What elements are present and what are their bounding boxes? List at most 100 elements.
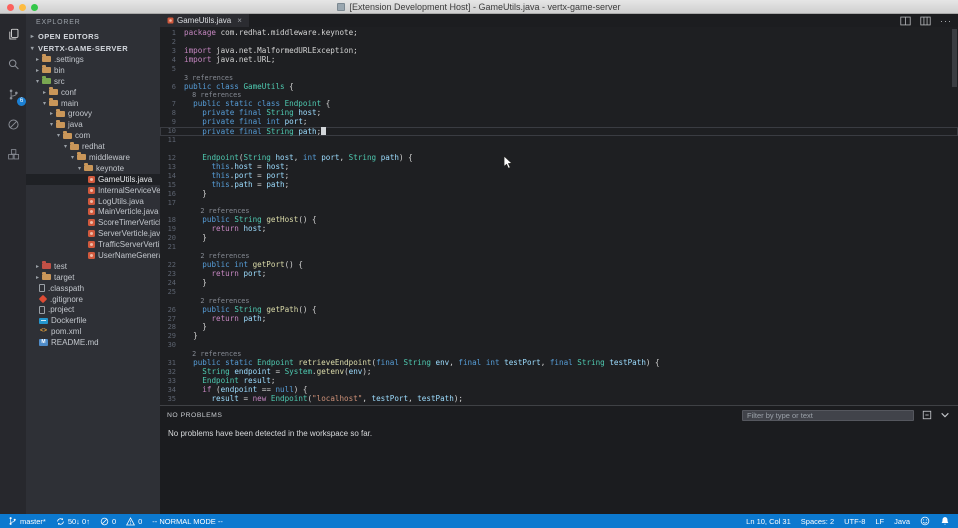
maximize-window-button[interactable] [31, 4, 38, 11]
tree-item-dockerfile[interactable]: Dockerfile [26, 315, 160, 326]
activitybar-search[interactable] [3, 54, 23, 74]
tree-item-target[interactable]: ▸ target [26, 272, 160, 283]
close-tab-icon[interactable]: × [237, 16, 242, 25]
code-line-21[interactable]: 21 [160, 243, 958, 252]
status-git-branch[interactable]: master* [8, 516, 46, 526]
code-line-29[interactable]: 29 } [160, 331, 958, 341]
code-line-26[interactable]: 26 public String getPath() { [160, 305, 958, 315]
tree-item-serververticle-java[interactable]: ServerVerticle.java [26, 228, 160, 239]
chevron-down-icon[interactable]: ▾ [71, 154, 74, 161]
activitybar-source-control[interactable]: 6 [3, 84, 26, 106]
code-line-27[interactable]: 27 return path; [160, 314, 958, 324]
tree-item-project[interactable]: .project [26, 304, 160, 315]
tree-item-java[interactable]: ▾ java [26, 119, 160, 130]
status-encoding[interactable]: UTF-8 [844, 517, 865, 526]
tree-item-keynote[interactable]: ▾ keynote [26, 163, 160, 174]
chevron-down-icon[interactable]: ▾ [50, 121, 53, 128]
code-line-16[interactable]: 16 } [160, 189, 958, 199]
code-editor[interactable]: 1 package com.redhat.middleware.keynote; 2… [160, 27, 958, 405]
tree-item-classpath[interactable]: .classpath [26, 283, 160, 294]
status-vim-mode[interactable]: -- NORMAL MODE -- [152, 517, 223, 526]
chevron-right-icon[interactable]: ▸ [50, 110, 53, 117]
code-line-23[interactable]: 23 return port; [160, 269, 958, 279]
code-line-10[interactable]: 10 private final String path; [160, 127, 958, 136]
tree-item-middleware[interactable]: ▾ middleware [26, 152, 160, 163]
status-eol[interactable]: LF [875, 517, 884, 526]
tree-item-conf[interactable]: ▸ conf [26, 87, 160, 98]
status-warnings[interactable]: 0 [126, 517, 142, 526]
code-line-35[interactable]: 35 result = new Endpoint("localhost", te… [160, 394, 958, 404]
status-notifications[interactable] [940, 516, 950, 526]
code-line-32[interactable]: 32 String endpoint = System.getenv(env); [160, 367, 958, 377]
tree-item-pom-xml[interactable]: pom.xml [26, 326, 160, 337]
tree-item-gameutils-java[interactable]: GameUtils.java [26, 173, 160, 185]
tree-item-scoretimerverticl[interactable]: ScoreTimerVerticl... [26, 217, 160, 228]
tree-item-trafficserververti[interactable]: TrafficServerVerti... [26, 239, 160, 250]
code-line-1[interactable]: 1 package com.redhat.middleware.keynote; [160, 28, 958, 38]
tree-item-redhat[interactable]: ▾ redhat [26, 141, 160, 152]
hide-panel-chevron-icon[interactable] [940, 411, 950, 419]
code-line-28[interactable]: 28 } [160, 322, 958, 332]
line-number: 31 [167, 359, 176, 368]
activitybar-explorer[interactable] [3, 24, 23, 44]
toggle-layout-icon[interactable] [920, 16, 931, 26]
activitybar-extensions[interactable] [3, 144, 23, 164]
minimize-window-button[interactable] [19, 4, 26, 11]
code-line-4[interactable]: 4 import java.net.URL; [160, 55, 958, 65]
problems-filter-input[interactable] [742, 409, 914, 421]
tree-item-gitignore[interactable]: .gitignore [26, 294, 160, 305]
status-errors[interactable]: 0 [100, 517, 116, 526]
collapse-all-icon[interactable] [922, 410, 932, 420]
chevron-down-icon[interactable]: ▾ [64, 143, 67, 150]
tree-item-label: GameUtils.java [98, 174, 153, 184]
code-line-22[interactable]: 22 public int getPort() { [160, 260, 958, 270]
code-line-15[interactable]: 15 this.path = path; [160, 180, 958, 190]
workspace-root-section[interactable]: ▾ VERTX-GAME-SERVER [26, 42, 160, 54]
status-cursor-position[interactable]: Ln 10, Col 31 [746, 517, 791, 526]
chevron-right-icon[interactable]: ▸ [36, 263, 39, 270]
tree-item-bin[interactable]: ▸ bin [26, 65, 160, 76]
open-editors-section[interactable]: ▸ OPEN EDITORS [26, 30, 160, 42]
code-line-30[interactable]: 30 [160, 341, 958, 350]
more-actions-icon[interactable]: ··· [940, 16, 952, 25]
chevron-right-icon[interactable]: ▸ [36, 67, 39, 74]
split-editor-icon[interactable] [900, 16, 911, 26]
tree-item-com[interactable]: ▾ com [26, 130, 160, 141]
tab-gameutils-java[interactable]: GameUtils.java × [160, 14, 249, 27]
chevron-down-icon[interactable]: ▾ [43, 100, 46, 107]
tree-item-src[interactable]: ▾ src [26, 76, 160, 87]
code-line-24[interactable]: 24 } [160, 277, 958, 288]
code-line-19[interactable]: 19 return host; [160, 224, 958, 234]
code-line-17[interactable]: 17 [160, 199, 958, 208]
status-language-mode[interactable]: Java [894, 517, 910, 526]
tree-item-test[interactable]: ▸ test [26, 261, 160, 272]
tree-item-logutils-java[interactable]: LogUtils.java [26, 196, 160, 207]
tree-item-usernamegenerat[interactable]: UserNameGenerat... [26, 250, 160, 261]
chevron-down-icon[interactable]: ▾ [36, 78, 39, 85]
code-line-9[interactable]: 9 private final int port; [160, 117, 958, 127]
chevron-right-icon[interactable]: ▸ [36, 56, 39, 63]
activitybar-debug[interactable] [3, 114, 23, 134]
code-line-6[interactable]: 6 public class GameUtils { [160, 82, 958, 92]
status-feedback[interactable] [920, 516, 930, 526]
code-line-11[interactable]: 11 [160, 136, 958, 145]
status-indentation[interactable]: Spaces: 2 [801, 517, 834, 526]
tree-item-settings[interactable]: ▸ .settings [26, 54, 160, 65]
chevron-down-icon[interactable]: ▾ [78, 165, 81, 172]
code-line-25[interactable]: 25 [160, 288, 958, 297]
tree-item-readme-md[interactable]: README.md [26, 337, 160, 348]
chevron-right-icon[interactable]: ▸ [43, 89, 46, 96]
code-line-18[interactable]: 18 public String getHost() { [160, 215, 958, 225]
close-window-button[interactable] [7, 4, 14, 11]
status-sync[interactable]: 50↓ 0↑ [56, 517, 90, 526]
tree-item-groovy[interactable]: ▸ groovy [26, 108, 160, 119]
tree-item-mainverticle-java[interactable]: MainVerticle.java [26, 206, 160, 217]
code-line-5[interactable]: 5 [160, 65, 958, 74]
tree-item-main[interactable]: ▾ main [26, 98, 160, 109]
code-text: } [184, 277, 207, 287]
code-line-3[interactable]: 3 import java.net.MalformedURLException; [160, 46, 958, 56]
code-line-20[interactable]: 20 } [160, 233, 958, 243]
chevron-right-icon[interactable]: ▸ [36, 274, 39, 281]
chevron-down-icon[interactable]: ▾ [57, 132, 60, 139]
tree-item-internalservicever[interactable]: InternalServiceVer... [26, 185, 160, 196]
